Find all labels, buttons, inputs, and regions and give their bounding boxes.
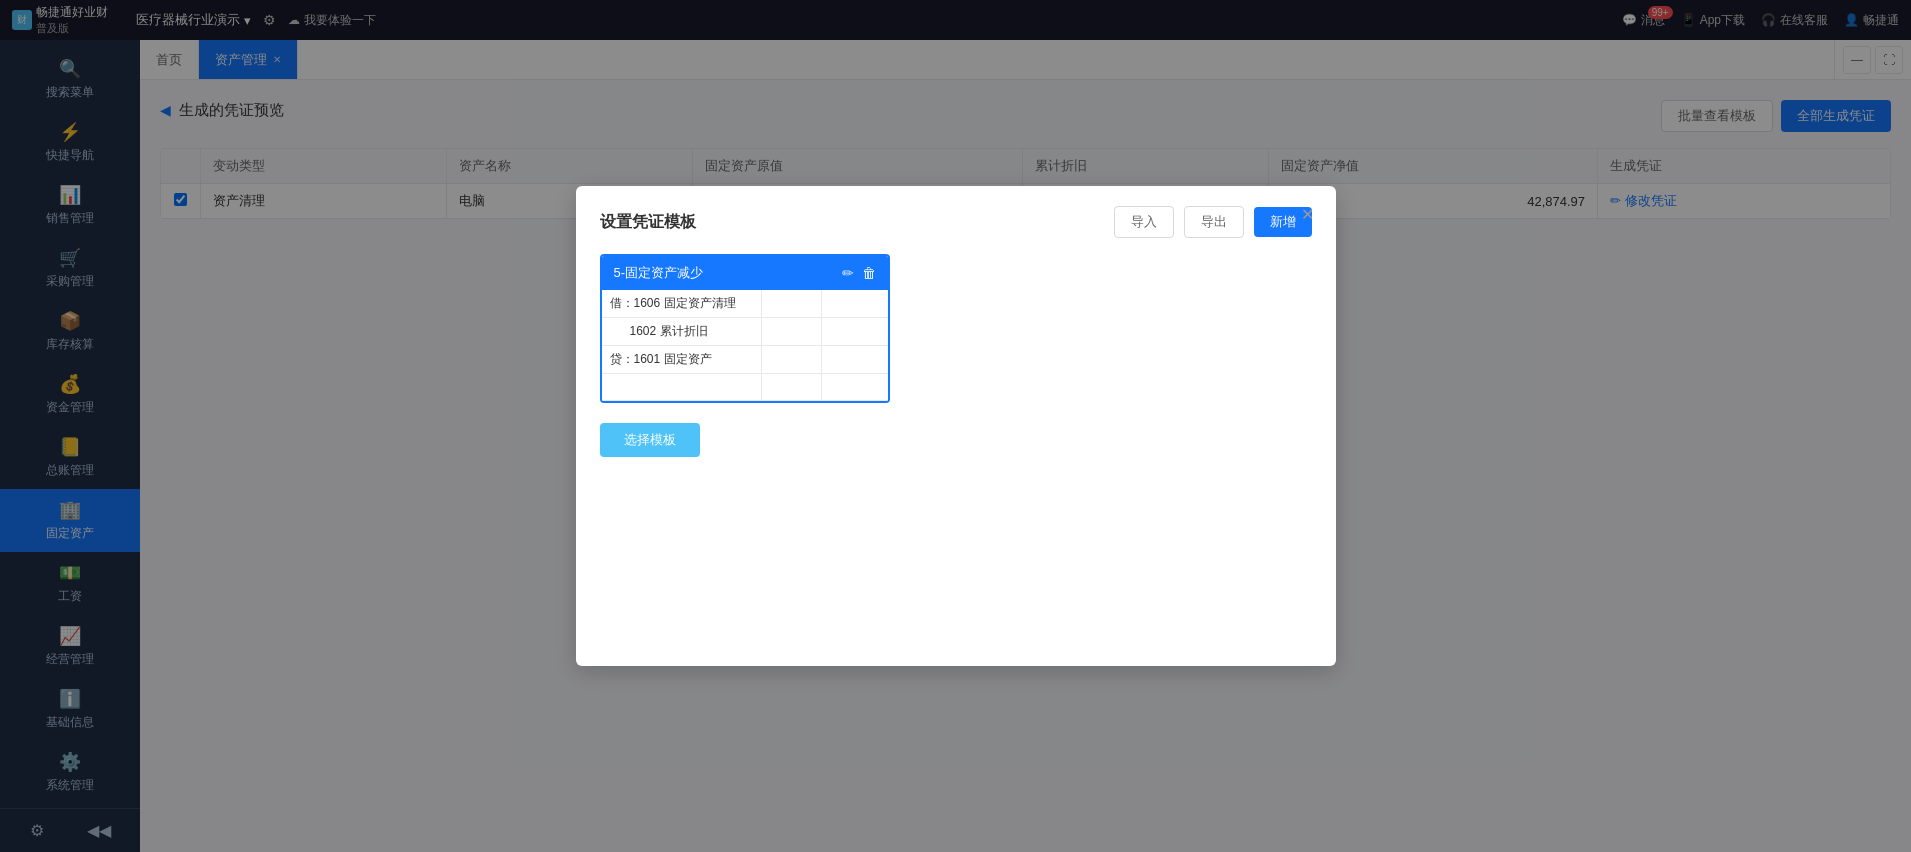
- delete-template-button[interactable]: 🗑: [862, 265, 876, 281]
- modal-body: 5-固定资产减少 ✏ 🗑 借：1606 固定资产清理 1602 累计折旧: [576, 254, 1336, 481]
- template-row-2: 1602 累计折旧: [602, 318, 888, 346]
- template-cell-credit-3: [822, 346, 882, 373]
- template-cell-account-1: 借：1606 固定资产清理: [602, 290, 762, 317]
- import-button[interactable]: 导入: [1114, 206, 1174, 238]
- template-row-1: 借：1606 固定资产清理: [602, 290, 888, 318]
- template-cell-credit-1: [822, 290, 882, 317]
- template-card-header-actions: ✏ 🗑: [842, 265, 876, 281]
- template-card: 5-固定资产减少 ✏ 🗑 借：1606 固定资产清理 1602 累计折旧: [600, 254, 890, 403]
- modal-title: 设置凭证模板: [600, 212, 696, 233]
- template-card-header: 5-固定资产减少 ✏ 🗑: [602, 256, 888, 290]
- template-cell-debit-4: [762, 374, 822, 400]
- select-template-button[interactable]: 选择模板: [600, 423, 700, 457]
- template-cell-credit-4: [822, 374, 882, 400]
- template-cell-credit-2: [822, 318, 882, 345]
- modal-header: 设置凭证模板 导入 导出 新增: [576, 186, 1336, 254]
- template-row-3: 贷：1601 固定资产: [602, 346, 888, 374]
- template-cell-debit-3: [762, 346, 822, 373]
- edit-template-button[interactable]: ✏: [842, 265, 854, 281]
- modal-overlay: 设置凭证模板 导入 导出 新增 ✕ 5-固定资产减少 ✏ 🗑: [0, 0, 1911, 852]
- template-row-4: [602, 374, 888, 401]
- template-cell-account-2: 1602 累计折旧: [602, 318, 762, 345]
- template-cell-debit-2: [762, 318, 822, 345]
- set-voucher-template-modal: 设置凭证模板 导入 导出 新增 ✕ 5-固定资产减少 ✏ 🗑: [576, 186, 1336, 666]
- export-button[interactable]: 导出: [1184, 206, 1244, 238]
- modal-header-actions: 导入 导出 新增: [1114, 206, 1312, 238]
- template-cell-debit-1: [762, 290, 822, 317]
- template-card-title: 5-固定资产减少: [614, 264, 704, 282]
- template-cell-account-3: 贷：1601 固定资产: [602, 346, 762, 373]
- template-card-body: 借：1606 固定资产清理 1602 累计折旧 贷：1601 固定资产: [602, 290, 888, 401]
- modal-close-button[interactable]: ✕: [1296, 202, 1320, 226]
- template-cell-account-4: [602, 374, 762, 400]
